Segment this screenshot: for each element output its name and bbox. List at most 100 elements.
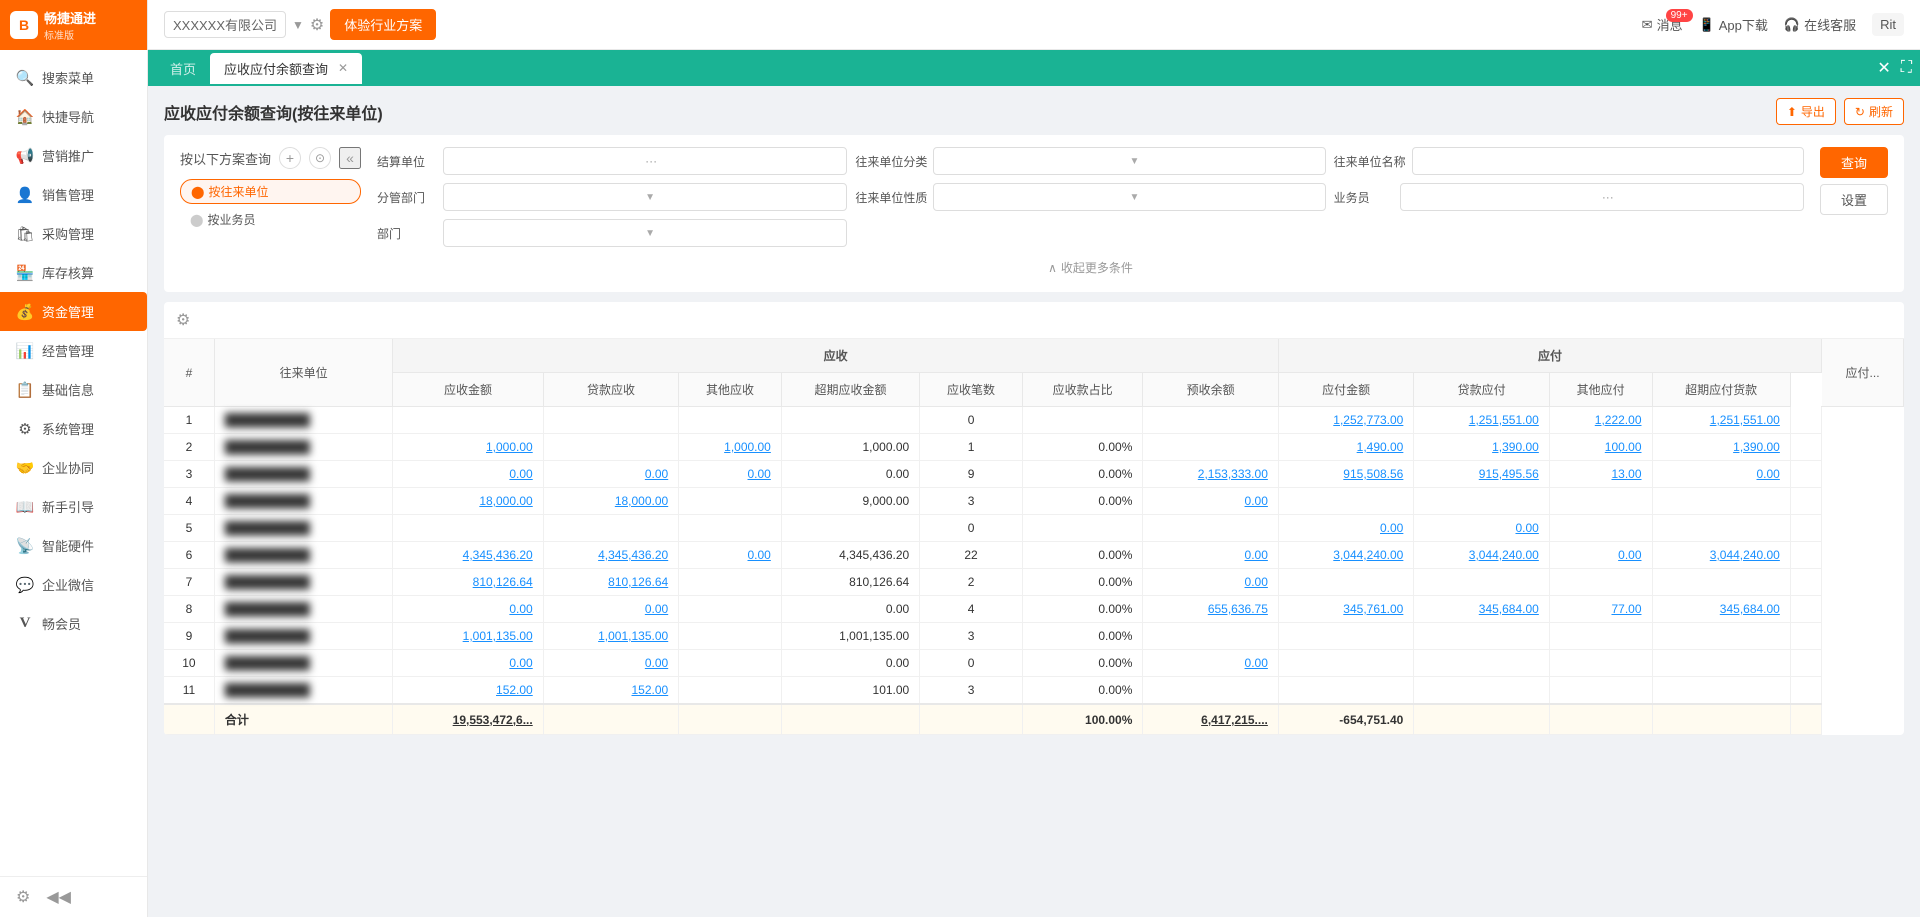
table-cell-link[interactable]: 77.00	[1611, 602, 1641, 616]
table-cell-link[interactable]: 0.00	[748, 548, 771, 562]
table-cell-link[interactable]: 345,684.00	[1720, 602, 1780, 616]
table-cell[interactable]	[1143, 623, 1278, 650]
partner-name-input[interactable]	[1412, 147, 1804, 175]
table-cell-link[interactable]: 18,000.00	[479, 494, 532, 508]
table-cell[interactable]	[679, 569, 782, 596]
table-cell[interactable]	[679, 650, 782, 677]
table-cell[interactable]	[679, 596, 782, 623]
table-cell[interactable]	[1652, 488, 1790, 515]
division-dept-select[interactable]: ▼	[443, 183, 847, 211]
sidebar-item-enterprise-coop[interactable]: 🤝 企业协同	[0, 448, 147, 487]
scheme-options-button[interactable]: ⊙	[309, 147, 331, 169]
table-cell[interactable]	[1414, 488, 1549, 515]
table-cell[interactable]	[679, 515, 782, 542]
table-cell[interactable]: 4,345,436.20	[393, 542, 543, 569]
table-cell[interactable]: 0.00	[1549, 542, 1652, 569]
table-cell[interactable]	[1414, 569, 1549, 596]
table-cell[interactable]: 77.00	[1549, 596, 1652, 623]
export-button[interactable]: ⬆ 导出	[1776, 98, 1836, 125]
table-cell[interactable]	[543, 515, 678, 542]
query-button[interactable]: 查询	[1820, 147, 1888, 178]
table-cell[interactable]: 1,390.00	[1414, 434, 1549, 461]
settlement-unit-input[interactable]: ···	[443, 147, 847, 175]
table-cell[interactable]	[1652, 569, 1790, 596]
table-cell[interactable]: 345,761.00	[1278, 596, 1413, 623]
table-cell[interactable]	[1143, 407, 1278, 434]
table-cell[interactable]	[1278, 650, 1413, 677]
table-settings-icon[interactable]: ⚙	[176, 310, 190, 330]
tab-home[interactable]: 首页	[156, 53, 210, 84]
table-cell[interactable]: 1,000.00	[679, 434, 782, 461]
user-profile-button[interactable]: Rit	[1872, 13, 1904, 36]
table-cell[interactable]	[1143, 434, 1278, 461]
table-cell[interactable]: 100.00	[1549, 434, 1652, 461]
table-cell-link[interactable]: 152.00	[632, 683, 669, 697]
table-cell[interactable]	[1414, 650, 1549, 677]
table-cell[interactable]: 2,153,333.00	[1143, 461, 1278, 488]
table-cell[interactable]	[1652, 650, 1790, 677]
table-cell-link[interactable]: 18,000.00	[615, 494, 668, 508]
table-cell-link[interactable]: 2,153,333.00	[1198, 467, 1268, 481]
table-cell[interactable]	[1414, 623, 1549, 650]
table-cell-link[interactable]: 1,490.00	[1357, 440, 1404, 454]
table-cell[interactable]: 18,000.00	[393, 488, 543, 515]
sidebar-item-operations[interactable]: 📊 经营管理	[0, 331, 147, 370]
table-cell-link[interactable]: 0.00	[1757, 467, 1780, 481]
table-cell[interactable]: 0.00	[543, 596, 678, 623]
table-cell[interactable]: 0.00	[393, 596, 543, 623]
table-cell[interactable]	[679, 407, 782, 434]
table-cell-link[interactable]: 1,000.00	[486, 440, 533, 454]
table-cell-link[interactable]: 0.00	[1245, 494, 1268, 508]
table-cell-link[interactable]: 0.00	[748, 467, 771, 481]
industry-btn[interactable]: 体验行业方案	[330, 9, 436, 40]
table-cell-link[interactable]: 0.00	[509, 656, 532, 670]
settings-button[interactable]: 设置	[1820, 184, 1888, 215]
refresh-button[interactable]: ↻ 刷新	[1844, 98, 1904, 125]
sidebar-item-inventory[interactable]: 🏪 库存核算	[0, 253, 147, 292]
table-cell[interactable]: 0.00	[679, 461, 782, 488]
bottom-collapse-button[interactable]: ◀◀	[46, 887, 71, 907]
table-cell[interactable]	[1143, 677, 1278, 705]
tab-receivables[interactable]: 应收应付余额查询 ✕	[210, 53, 362, 84]
sidebar-item-base-info[interactable]: 📋 基础信息	[0, 370, 147, 409]
table-cell[interactable]	[393, 407, 543, 434]
scheme-by-salesperson[interactable]: ⬤ 按业务员	[180, 208, 361, 231]
table-cell-link[interactable]: 345,684.00	[1479, 602, 1539, 616]
table-cell[interactable]: 0.00	[1652, 461, 1790, 488]
sidebar-item-search-menu[interactable]: 🔍 搜索菜单	[0, 58, 147, 97]
table-cell[interactable]: 655,636.75	[1143, 596, 1278, 623]
sidebar-item-guide[interactable]: 📖 新手引导	[0, 487, 147, 526]
table-cell-link[interactable]: 0.00	[509, 467, 532, 481]
table-cell[interactable]: 0.00	[1143, 650, 1278, 677]
table-cell[interactable]: 1,251,551.00	[1652, 407, 1790, 434]
table-cell[interactable]: 1,390.00	[1652, 434, 1790, 461]
table-cell-link[interactable]: 0.00	[1245, 656, 1268, 670]
sidebar-item-sys-admin[interactable]: ⚙ 系统管理	[0, 409, 147, 448]
partner-category-select[interactable]: ▼	[933, 147, 1325, 175]
table-cell[interactable]: 1,251,551.00	[1414, 407, 1549, 434]
table-cell-link[interactable]: 0.00	[645, 467, 668, 481]
table-cell-link[interactable]: 345,761.00	[1343, 602, 1403, 616]
sidebar-item-smart-hw[interactable]: 📡 智能硬件	[0, 526, 147, 565]
table-cell[interactable]	[1143, 515, 1278, 542]
add-scheme-button[interactable]: +	[279, 147, 301, 169]
table-cell-link[interactable]: 0.00	[1618, 548, 1641, 562]
footer-recv-amt[interactable]: 19,553,472,6...	[393, 704, 543, 735]
table-cell-link[interactable]: 0.00	[645, 602, 668, 616]
table-cell[interactable]	[1549, 650, 1652, 677]
table-cell[interactable]: 152.00	[393, 677, 543, 705]
collapse-scheme-button[interactable]: «	[339, 147, 361, 169]
table-cell[interactable]	[679, 623, 782, 650]
table-cell[interactable]: 3,044,240.00	[1278, 542, 1413, 569]
table-cell[interactable]	[679, 488, 782, 515]
table-cell-link[interactable]: 1,001,135.00	[598, 629, 668, 643]
table-cell-link[interactable]: 810,126.64	[473, 575, 533, 589]
online-service-button[interactable]: 🎧 在线客服	[1784, 15, 1856, 34]
salesperson-dots[interactable]: ···	[1602, 190, 1795, 204]
table-cell-link[interactable]: 0.00	[1245, 575, 1268, 589]
bottom-settings-button[interactable]: ⚙	[16, 887, 30, 907]
table-cell-link[interactable]: 4,345,436.20	[598, 548, 668, 562]
table-cell[interactable]	[1278, 488, 1413, 515]
table-cell[interactable]	[1549, 515, 1652, 542]
table-cell-link[interactable]: 0.00	[1515, 521, 1538, 535]
